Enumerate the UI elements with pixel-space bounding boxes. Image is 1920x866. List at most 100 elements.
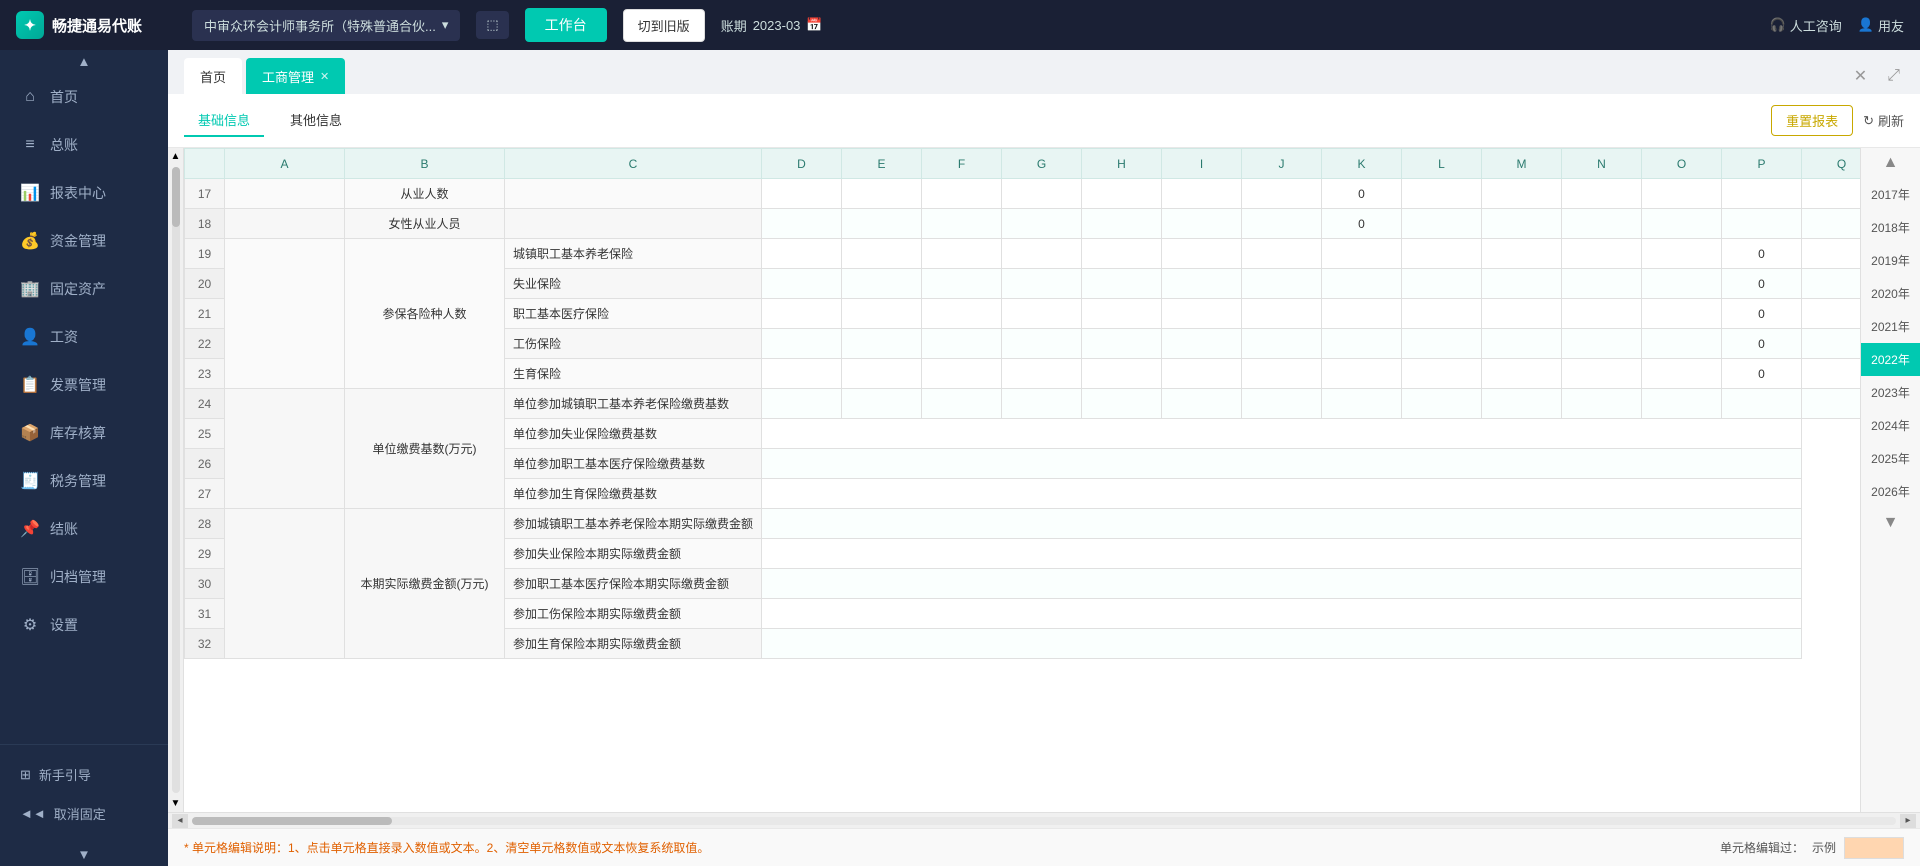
cell-18-k[interactable]: 0 [1322, 209, 1402, 239]
year-2025[interactable]: 2025年 [1861, 442, 1920, 475]
cell-28-c[interactable]: 参加城镇职工基本养老保险本期实际缴费金额 [505, 509, 762, 539]
cell-21-p[interactable]: 0 [1722, 299, 1802, 329]
cell-25-c[interactable]: 单位参加失业保险缴费基数 [505, 419, 762, 449]
cell-25-values[interactable] [762, 419, 1802, 449]
cell-24-a[interactable] [225, 389, 345, 509]
cell-18-g[interactable] [1002, 209, 1082, 239]
cell-21-d[interactable] [762, 299, 842, 329]
cell-17-a[interactable] [225, 179, 345, 209]
cell-23-m[interactable] [1482, 359, 1562, 389]
cell-18-a[interactable] [225, 209, 345, 239]
cell-19-m[interactable] [1482, 239, 1562, 269]
company-selector[interactable]: 中审众环会计师事务所（特殊普通合伙... ▾ [192, 10, 460, 41]
cell-18-n[interactable] [1562, 209, 1642, 239]
cell-23-q[interactable] [1802, 359, 1860, 389]
sidebar-scroll-up[interactable]: ▲ [0, 50, 168, 73]
cell-24-q[interactable] [1802, 389, 1860, 419]
cell-20-i[interactable] [1162, 269, 1242, 299]
cell-29-values[interactable] [762, 539, 1802, 569]
cell-28-b[interactable]: 本期实际缴费金额(万元) [345, 509, 505, 659]
cell-22-o[interactable] [1642, 329, 1722, 359]
cell-17-n[interactable] [1562, 179, 1642, 209]
cell-23-i[interactable] [1162, 359, 1242, 389]
cell-22-e[interactable] [842, 329, 922, 359]
cell-23-g[interactable] [1002, 359, 1082, 389]
cell-19-j[interactable] [1242, 239, 1322, 269]
year-2017[interactable]: 2017年 [1861, 178, 1920, 211]
cell-21-f[interactable] [922, 299, 1002, 329]
cell-26-c[interactable]: 单位参加职工基本医疗保险缴费基数 [505, 449, 762, 479]
h-scroll-right[interactable]: ▸ [1900, 814, 1916, 828]
cell-29-c[interactable]: 参加失业保险本期实际缴费金额 [505, 539, 762, 569]
cell-18-m[interactable] [1482, 209, 1562, 239]
cell-19-p[interactable]: 0 [1722, 239, 1802, 269]
v-scroll-down[interactable]: ▼ [168, 795, 183, 812]
cell-24-i[interactable] [1162, 389, 1242, 419]
year-scroll-up[interactable]: ▲ [1861, 148, 1920, 178]
ai-consult-button[interactable]: 🎧 人工咨询 [1770, 16, 1842, 35]
sidebar-scroll-down[interactable]: ▼ [0, 843, 168, 866]
h-scroll-track[interactable] [192, 817, 1896, 825]
cell-22-n[interactable] [1562, 329, 1642, 359]
cell-18-p[interactable] [1722, 209, 1802, 239]
cell-24-c[interactable]: 单位参加城镇职工基本养老保险缴费基数 [505, 389, 762, 419]
cell-17-h[interactable] [1082, 179, 1162, 209]
cell-18-d[interactable] [762, 209, 842, 239]
cell-31-values[interactable] [762, 599, 1802, 629]
cell-21-q[interactable] [1802, 299, 1860, 329]
year-2019[interactable]: 2019年 [1861, 244, 1920, 277]
cell-17-e[interactable] [842, 179, 922, 209]
v-scroll-up[interactable]: ▲ [168, 148, 183, 165]
cell-19-g[interactable] [1002, 239, 1082, 269]
cell-18-l[interactable] [1402, 209, 1482, 239]
cell-20-c[interactable]: 失业保险 [505, 269, 762, 299]
cell-22-g[interactable] [1002, 329, 1082, 359]
cell-21-m[interactable] [1482, 299, 1562, 329]
cell-19-c[interactable]: 城镇职工基本养老保险 [505, 239, 762, 269]
cell-19-h[interactable] [1082, 239, 1162, 269]
cell-18-h[interactable] [1082, 209, 1162, 239]
cell-17-p[interactable] [1722, 179, 1802, 209]
cell-23-d[interactable] [762, 359, 842, 389]
cell-23-l[interactable] [1402, 359, 1482, 389]
cell-20-o[interactable] [1642, 269, 1722, 299]
cell-20-p[interactable]: 0 [1722, 269, 1802, 299]
cell-17-o[interactable] [1642, 179, 1722, 209]
cell-22-m[interactable] [1482, 329, 1562, 359]
cell-26-values[interactable] [762, 449, 1802, 479]
cell-19-d[interactable] [762, 239, 842, 269]
cell-17-k[interactable]: 0 [1322, 179, 1402, 209]
cell-19-f[interactable] [922, 239, 1002, 269]
cell-32-values[interactable] [762, 629, 1802, 659]
cell-19-e[interactable] [842, 239, 922, 269]
year-2024[interactable]: 2024年 [1861, 409, 1920, 442]
cell-22-c[interactable]: 工伤保险 [505, 329, 762, 359]
cell-23-o[interactable] [1642, 359, 1722, 389]
cell-20-j[interactable] [1242, 269, 1322, 299]
cell-23-k[interactable] [1322, 359, 1402, 389]
cell-30-values[interactable] [762, 569, 1802, 599]
close-window-button[interactable]: ✕ [1850, 62, 1871, 90]
cell-22-d[interactable] [762, 329, 842, 359]
tab-home[interactable]: 首页 [184, 58, 242, 94]
cell-24-l[interactable] [1402, 389, 1482, 419]
cell-22-q[interactable] [1802, 329, 1860, 359]
cell-23-f[interactable] [922, 359, 1002, 389]
cell-19-a[interactable] [225, 239, 345, 389]
cell-24-m[interactable] [1482, 389, 1562, 419]
sub-tab-other[interactable]: 其他信息 [276, 104, 356, 137]
unpin-button[interactable]: ◄◄ 取消固定 [0, 794, 168, 833]
cell-19-i[interactable] [1162, 239, 1242, 269]
cell-17-m[interactable] [1482, 179, 1562, 209]
cell-21-o[interactable] [1642, 299, 1722, 329]
cell-21-g[interactable] [1002, 299, 1082, 329]
switch-version-button[interactable]: 切到旧版 [623, 9, 705, 42]
year-2023[interactable]: 2023年 [1861, 376, 1920, 409]
cell-20-n[interactable] [1562, 269, 1642, 299]
cell-28-values[interactable] [762, 509, 1802, 539]
sidebar-item-tax[interactable]: 🧾 税务管理 [0, 457, 168, 505]
cell-24-k[interactable] [1322, 389, 1402, 419]
cell-19-l[interactable] [1402, 239, 1482, 269]
cell-21-h[interactable] [1082, 299, 1162, 329]
cell-20-h[interactable] [1082, 269, 1162, 299]
